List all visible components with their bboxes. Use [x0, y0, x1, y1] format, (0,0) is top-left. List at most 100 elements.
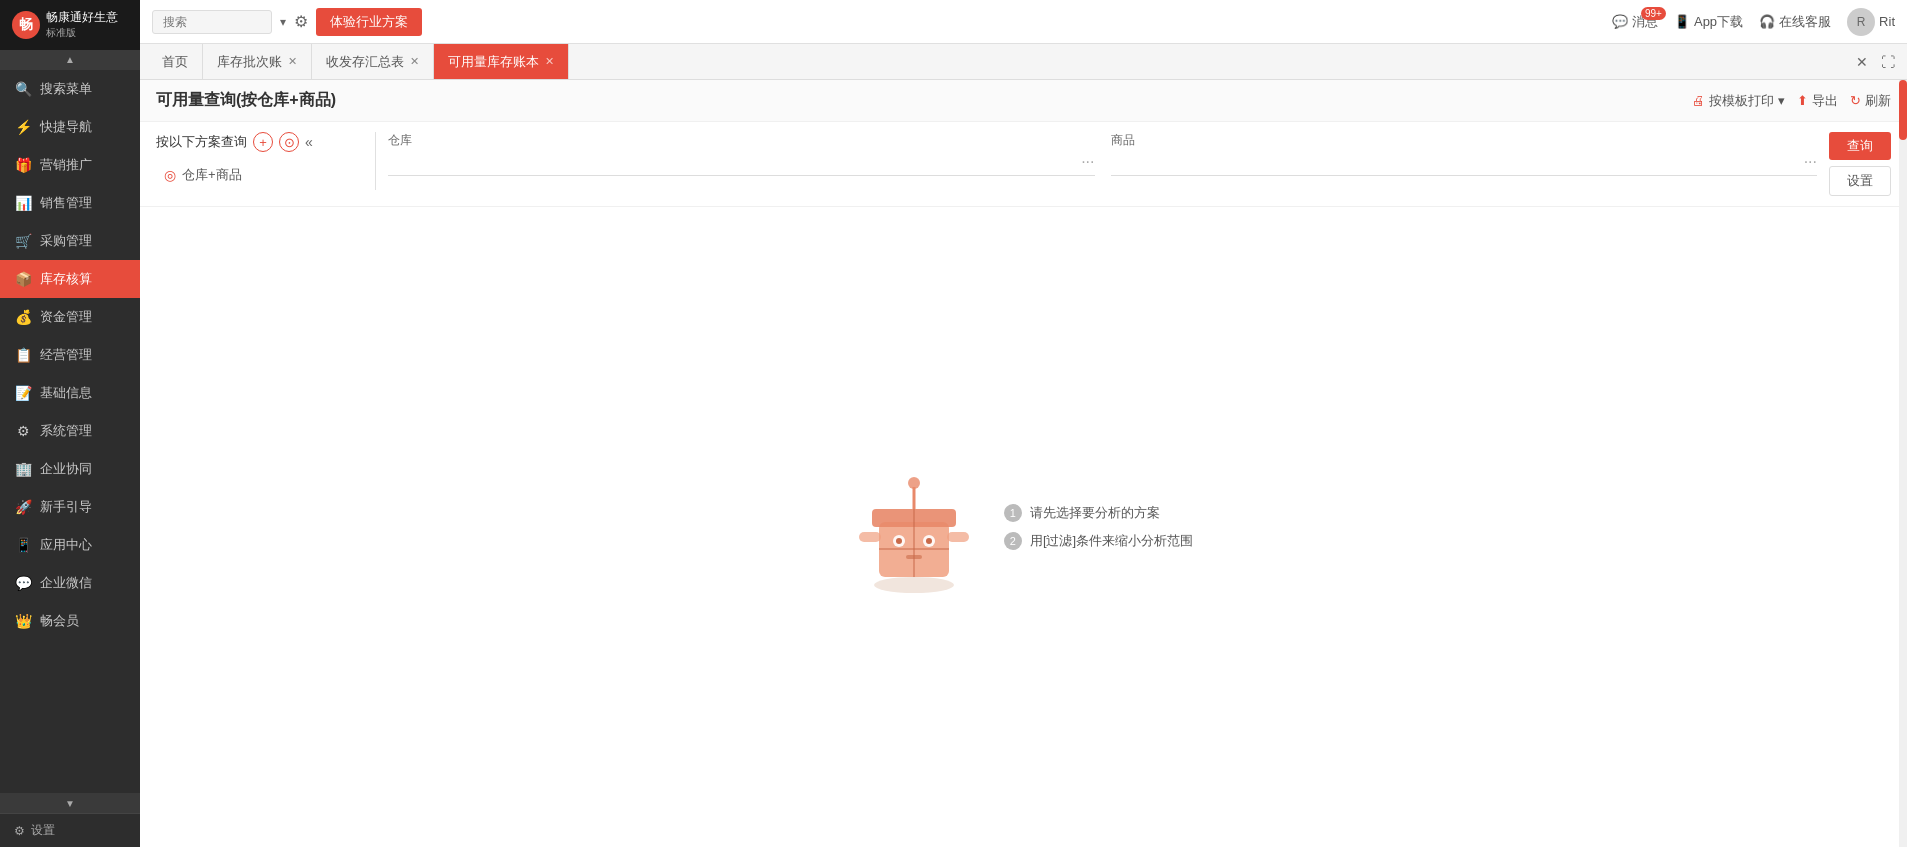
- app-download-button[interactable]: 📱 App下载: [1674, 13, 1743, 31]
- add-scheme-button[interactable]: +: [253, 132, 273, 152]
- filter-area: 按以下方案查询 + ⊙ « ◎ 仓库+商品 仓库 ···: [140, 122, 1907, 207]
- goods-more-button[interactable]: ···: [1804, 153, 1817, 171]
- sidebar-item-label: 资金管理: [40, 308, 92, 326]
- close-all-button[interactable]: ✕: [1851, 51, 1873, 73]
- quick-nav-icon: ⚡: [14, 118, 32, 136]
- online-service-label: 在线客服: [1779, 13, 1831, 31]
- tab-available-ledger[interactable]: 可用量库存账本 ✕: [434, 44, 569, 79]
- scheme-item-warehouse-goods[interactable]: ◎ 仓库+商品: [156, 160, 363, 190]
- goods-input[interactable]: [1111, 155, 1798, 170]
- sidebar-item-operation[interactable]: 📋 经营管理: [0, 336, 140, 374]
- export-icon: ⬆: [1797, 93, 1808, 108]
- warehouse-input[interactable]: [388, 155, 1075, 170]
- main-area: ▾ ⚙ 体验行业方案 💬 消息 99+ 📱 App下载 🎧 在线客服 R Rit: [140, 0, 1907, 847]
- export-label: 导出: [1812, 92, 1838, 110]
- refresh-label: 刷新: [1865, 92, 1891, 110]
- sidebar-settings-label: 设置: [31, 822, 55, 839]
- building-icon: 🏢: [14, 460, 32, 478]
- message-badge: 99+: [1641, 7, 1666, 20]
- settings-button[interactable]: 设置: [1829, 166, 1891, 196]
- topbar-gear-icon[interactable]: ⚙: [294, 12, 308, 31]
- sidebar-item-wechat[interactable]: 💬 企业微信: [0, 564, 140, 602]
- tab-home[interactable]: 首页: [148, 44, 203, 79]
- sidebar-item-label: 企业微信: [40, 574, 92, 592]
- sidebar-version: 标准版: [46, 26, 118, 40]
- sidebar-header: 畅 畅康通好生意 标准版: [0, 0, 140, 50]
- page-header: 可用量查询(按仓库+商品) 🖨 按模板打印 ▾ ⬆ 导出 ↻ 刷新: [140, 80, 1907, 122]
- empty-hint-2: 2 用[过滤]条件来缩小分析范围: [1004, 532, 1193, 550]
- user-avatar-area[interactable]: R Rit: [1847, 8, 1895, 36]
- svg-rect-11: [947, 532, 969, 542]
- sidebar-item-sales[interactable]: 📊 销售管理: [0, 184, 140, 222]
- hint-text-2: 用[过滤]条件来缩小分析范围: [1030, 532, 1193, 550]
- headset-icon: 🎧: [1759, 14, 1775, 29]
- crown-icon: 👑: [14, 612, 32, 630]
- chart-icon: 📊: [14, 194, 32, 212]
- refresh-button[interactable]: ↻ 刷新: [1850, 92, 1891, 110]
- tab-batch-ledger-label: 库存批次账: [217, 53, 282, 71]
- scheme-item-icon: ◎: [164, 167, 176, 183]
- query-button[interactable]: 查询: [1829, 132, 1891, 160]
- sidebar-item-label: 基础信息: [40, 384, 92, 402]
- tab-inventory-summary[interactable]: 收发存汇总表 ✕: [312, 44, 434, 79]
- warehouse-more-button[interactable]: ···: [1081, 153, 1094, 171]
- sidebar-item-member[interactable]: 👑 畅会员: [0, 602, 140, 640]
- print-icon: 🖨: [1692, 93, 1705, 108]
- filter-scheme-header: 按以下方案查询 + ⊙ «: [156, 132, 363, 152]
- topbar-dropdown-btn[interactable]: ▾: [280, 15, 286, 29]
- print-button[interactable]: 🖨 按模板打印 ▾: [1692, 92, 1785, 110]
- tab-close-icon[interactable]: ✕: [545, 55, 554, 68]
- sidebar-item-label: 经营管理: [40, 346, 92, 364]
- settings-icon: ⚙: [14, 824, 25, 838]
- svg-point-0: [874, 577, 954, 593]
- svg-rect-10: [859, 532, 881, 542]
- tab-available-ledger-label: 可用量库存账本: [448, 53, 539, 71]
- sidebar-item-label: 库存核算: [40, 270, 92, 288]
- sidebar-item-label: 搜索菜单: [40, 80, 92, 98]
- export-button[interactable]: ⬆ 导出: [1797, 92, 1838, 110]
- sidebar-item-purchase[interactable]: 🛒 采购管理: [0, 222, 140, 260]
- sidebar-scroll-down[interactable]: ▼: [0, 793, 140, 813]
- tab-close-all: ✕ ⛶: [1851, 51, 1899, 73]
- filter-scheme-panel: 按以下方案查询 + ⊙ « ◎ 仓库+商品: [156, 132, 376, 190]
- page-content: 可用量查询(按仓库+商品) 🖨 按模板打印 ▾ ⬆ 导出 ↻ 刷新: [140, 80, 1907, 847]
- scheme-header-label: 按以下方案查询: [156, 133, 247, 151]
- sidebar-item-label: 销售管理: [40, 194, 92, 212]
- message-button[interactable]: 💬 消息 99+: [1612, 13, 1658, 31]
- right-scrollbar[interactable]: [1899, 80, 1907, 847]
- online-service-button[interactable]: 🎧 在线客服: [1759, 13, 1831, 31]
- sidebar-item-finance[interactable]: 💰 资金管理: [0, 298, 140, 336]
- sidebar-item-basic-info[interactable]: 📝 基础信息: [0, 374, 140, 412]
- sidebar-item-new-guide[interactable]: 🚀 新手引导: [0, 488, 140, 526]
- sidebar-item-enterprise[interactable]: 🏢 企业协同: [0, 450, 140, 488]
- phone-icon: 📱: [14, 536, 32, 554]
- sidebar-item-app-center[interactable]: 📱 应用中心: [0, 526, 140, 564]
- topbar-search-input[interactable]: [152, 10, 272, 34]
- scrollbar-thumb: [1899, 80, 1907, 140]
- filter-fields: 仓库 ··· 商品 ···: [388, 132, 1817, 176]
- sidebar-item-system[interactable]: ⚙ 系统管理: [0, 412, 140, 450]
- svg-point-13: [908, 477, 920, 489]
- rocket-icon: 🚀: [14, 498, 32, 516]
- sidebar-scroll-up[interactable]: ▲: [0, 50, 140, 70]
- sidebar-item-quick-nav[interactable]: ⚡ 快捷导航: [0, 108, 140, 146]
- scheme-settings-button[interactable]: ⊙: [279, 132, 299, 152]
- tab-close-icon[interactable]: ✕: [410, 55, 419, 68]
- tab-home-label: 首页: [162, 53, 188, 71]
- empty-state: 1 请先选择要分析的方案 2 用[过滤]条件来缩小分析范围: [140, 207, 1907, 847]
- sidebar-item-label: 快捷导航: [40, 118, 92, 136]
- sidebar-item-inventory[interactable]: 📦 库存核算: [0, 260, 140, 298]
- industry-solution-button[interactable]: 体验行业方案: [316, 8, 422, 36]
- hint-num-1: 1: [1004, 504, 1022, 522]
- empty-illustration: [854, 467, 974, 587]
- print-label: 按模板打印: [1709, 92, 1774, 110]
- phone-icon: 📱: [1674, 14, 1690, 29]
- sidebar-item-marketing[interactable]: 🎁 营销推广: [0, 146, 140, 184]
- tab-batch-ledger[interactable]: 库存批次账 ✕: [203, 44, 312, 79]
- collapse-icon[interactable]: «: [305, 134, 313, 150]
- chat-icon: 💬: [14, 574, 32, 592]
- sidebar-item-search[interactable]: 🔍 搜索菜单: [0, 70, 140, 108]
- filter-actions: 查询 设置: [1829, 132, 1891, 196]
- expand-button[interactable]: ⛶: [1877, 51, 1899, 73]
- tab-close-icon[interactable]: ✕: [288, 55, 297, 68]
